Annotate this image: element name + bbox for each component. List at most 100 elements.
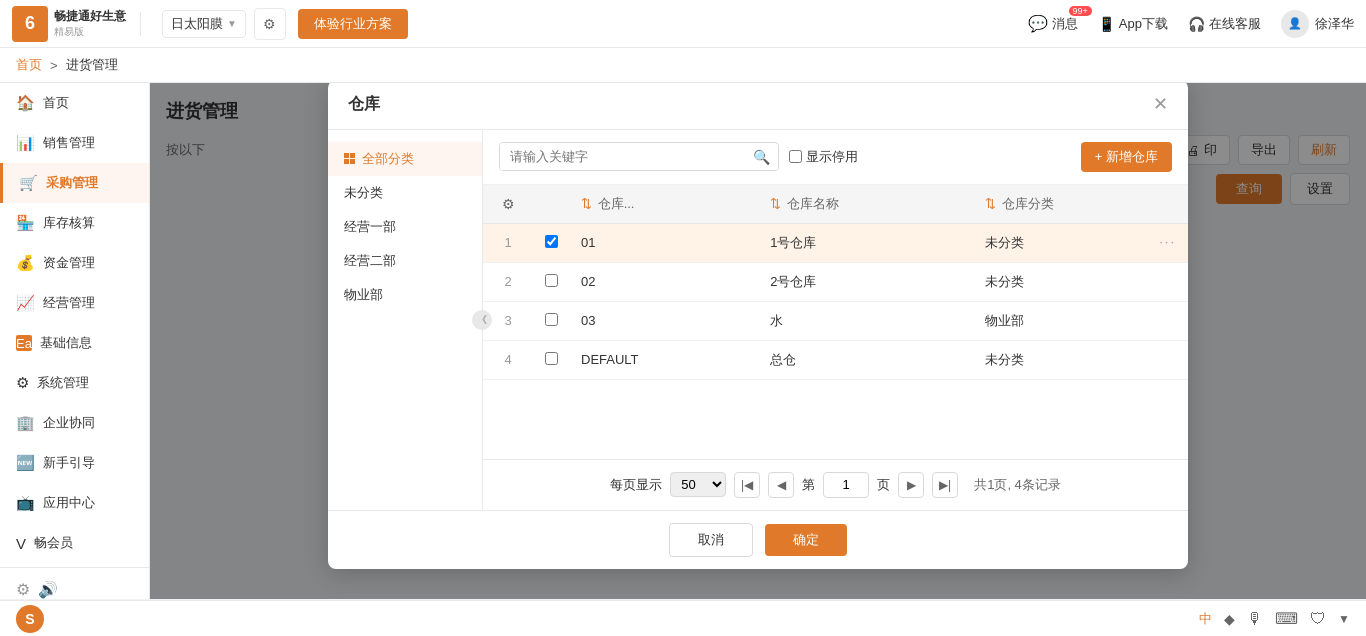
sidebar-item-inventory[interactable]: 🏪 库存核算 — [0, 203, 149, 243]
sidebar-item-finance[interactable]: 💰 资金管理 — [0, 243, 149, 283]
cat-item-all[interactable]: 全部分类 — [328, 142, 482, 176]
row-checkbox[interactable] — [545, 274, 558, 287]
cat-item-unclassified[interactable]: 未分类 — [328, 176, 482, 210]
cancel-button[interactable]: 取消 — [669, 523, 753, 557]
disabled-checkbox[interactable] — [789, 150, 802, 163]
page-last-button[interactable]: ▶| — [932, 472, 958, 498]
col-code: 02 — [569, 262, 758, 301]
sort-icon3: ⇅ — [985, 196, 996, 211]
sidebar-item-sales[interactable]: 📊 销售管理 — [0, 123, 149, 163]
logo-box: 6 — [12, 6, 48, 42]
store-selector[interactable]: 日太阳膜 ▼ — [162, 10, 246, 38]
app-download-label: App下载 — [1119, 15, 1168, 33]
col-category: 未分类 — [973, 340, 1188, 379]
sidebar-item-system[interactable]: ⚙ 系统管理 — [0, 363, 149, 403]
logo-s-bottom: S — [16, 605, 44, 633]
chevron-down-bottom-icon[interactable]: ▼ — [1338, 612, 1350, 626]
settings-small-icon[interactable]: ⚙ — [16, 580, 30, 599]
row-actions[interactable]: ··· — [1159, 234, 1176, 249]
sidebar-item-info[interactable]: Ea 基础信息 — [0, 323, 149, 363]
online-service-btn[interactable]: 🎧 在线客服 — [1188, 15, 1261, 33]
page-prev-button[interactable]: ◀ — [768, 472, 794, 498]
col-check[interactable] — [533, 301, 569, 340]
search-input[interactable] — [500, 143, 745, 170]
inventory-icon: 🏪 — [16, 214, 35, 232]
logo-sub: 精易版 — [54, 25, 126, 39]
col-check[interactable] — [533, 262, 569, 301]
confirm-button[interactable]: 确定 — [765, 524, 847, 556]
show-disabled-checkbox[interactable]: 显示停用 — [789, 148, 858, 166]
notification-btn[interactable]: 💬 消息 99+ — [1028, 14, 1078, 33]
finance-icon: 💰 — [16, 254, 35, 272]
store-name: 日太阳膜 — [171, 15, 223, 33]
row-checkbox[interactable] — [545, 313, 558, 326]
table-row[interactable]: 1 01 1号仓库 未分类 ··· — [483, 223, 1188, 262]
dot-icon[interactable]: ◆ — [1224, 611, 1235, 627]
modal-body: 《 全部分类 未分类 — [328, 130, 1188, 510]
page-next-button[interactable]: ▶ — [898, 472, 924, 498]
row-checkbox[interactable] — [545, 352, 558, 365]
management-icon: 📈 — [16, 294, 35, 312]
per-page-select[interactable]: 10 20 50 100 — [670, 472, 726, 497]
zh-icon[interactable]: 中 — [1199, 610, 1212, 628]
add-warehouse-button[interactable]: + 新增仓库 — [1081, 142, 1172, 172]
cat-item-dept1[interactable]: 经营一部 — [328, 210, 482, 244]
sidebar-item-enterprise[interactable]: 🏢 企业协同 — [0, 403, 149, 443]
table-row[interactable]: 2 02 2号仓库 未分类 — [483, 262, 1188, 301]
topbar: 6 畅捷通好生意 精易版 日太阳膜 ▼ ⚙ 体验行业方案 💬 消息 99+ 📱 … — [0, 0, 1366, 48]
page-label: 第 — [802, 476, 815, 494]
col-check[interactable] — [533, 340, 569, 379]
gear-button[interactable]: ⚙ — [254, 8, 286, 40]
gear-icon: ⚙ — [502, 196, 515, 212]
sidebar-item-guide[interactable]: 🆕 新手引导 — [0, 443, 149, 483]
logo-name: 畅捷通好生意 — [54, 8, 126, 25]
sidebar-item-member[interactable]: V 畅会员 — [0, 523, 149, 563]
sidebar-item-management[interactable]: 📈 经营管理 — [0, 283, 149, 323]
col-num: 2 — [483, 262, 533, 301]
col-check[interactable] — [533, 223, 569, 262]
guide-icon: 🆕 — [16, 454, 35, 472]
warehouse-table: ⚙ ⇅ 仓库... ⇅ — [483, 185, 1188, 459]
keyboard-icon[interactable]: ⌨ — [1275, 609, 1298, 628]
modal-close-button[interactable]: ✕ — [1153, 95, 1168, 113]
mic-icon[interactable]: 🎙 — [1247, 610, 1263, 628]
search-button[interactable]: 🔍 — [745, 144, 778, 170]
main-content: 进货管理 按以下 🖨 印 导出 刷新 查询 设置 仓库 — [150, 83, 1366, 599]
headset-icon: 🎧 — [1188, 16, 1205, 32]
breadcrumb-home[interactable]: 首页 — [16, 56, 42, 74]
cat-item-dept2[interactable]: 经营二部 — [328, 244, 482, 278]
speaker-icon[interactable]: 🔊 — [38, 580, 58, 599]
enterprise-icon: 🏢 — [16, 414, 35, 432]
col-category: 未分类 ··· — [973, 223, 1188, 262]
app-download-btn[interactable]: 📱 App下载 — [1098, 15, 1168, 33]
notification-badge: 99+ — [1069, 6, 1092, 16]
category-panel: 《 全部分类 未分类 — [328, 130, 483, 510]
col-name: 总仓 — [758, 340, 973, 379]
shield-icon[interactable]: 🛡 — [1310, 610, 1326, 628]
warehouse-panel: 🔍 显示停用 + 新增仓库 — [483, 130, 1188, 510]
gear-icon: ⚙ — [263, 16, 276, 32]
member-icon: V — [16, 535, 26, 552]
info-icon: Ea — [16, 335, 32, 351]
sidebar-item-home[interactable]: 🏠 首页 — [0, 83, 149, 123]
sidebar-item-apps[interactable]: 📺 应用中心 — [0, 483, 149, 523]
user-area[interactable]: 👤 徐泽华 — [1281, 10, 1354, 38]
page-unit: 页 — [877, 476, 890, 494]
chevron-down-icon: ▼ — [227, 18, 237, 29]
search-box: 🔍 — [499, 142, 779, 171]
message-icon: 💬 — [1028, 14, 1048, 33]
cat-toggle-button[interactable]: 《 — [472, 310, 492, 330]
row-checkbox[interactable] — [545, 235, 558, 248]
modal-overlay[interactable]: 仓库 ✕ 《 — [150, 83, 1366, 599]
col-category: 未分类 — [973, 262, 1188, 301]
trial-button[interactable]: 体验行业方案 — [298, 9, 408, 39]
col-code: DEFAULT — [569, 340, 758, 379]
col-category: 物业部 — [973, 301, 1188, 340]
page-first-button[interactable]: |◀ — [734, 472, 760, 498]
table-row[interactable]: 3 03 水 物业部 — [483, 301, 1188, 340]
sidebar-item-purchase[interactable]: 🛒 采购管理 — [0, 163, 149, 203]
page-input[interactable] — [823, 472, 869, 498]
cat-item-property[interactable]: 物业部 — [328, 278, 482, 312]
col-code: 01 — [569, 223, 758, 262]
table-row[interactable]: 4 DEFAULT 总仓 未分类 — [483, 340, 1188, 379]
